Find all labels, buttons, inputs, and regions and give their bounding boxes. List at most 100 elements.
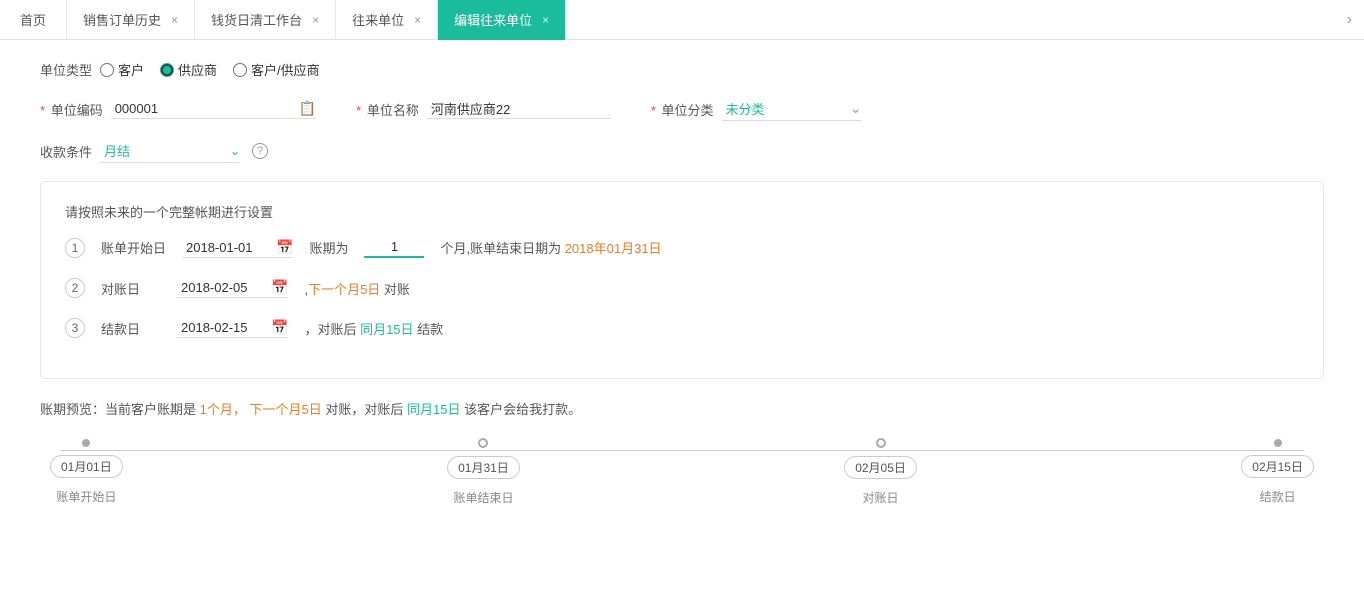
payment-condition-select[interactable]: 月结 ⌄ xyxy=(100,139,240,163)
unit-category-label: * 单位分类 xyxy=(651,100,714,119)
payment-condition-row: 收款条件 月结 ⌄ ? xyxy=(40,139,1324,163)
period-num-2: 2 xyxy=(65,278,85,298)
unit-code-group: * 单位编码 📋 xyxy=(40,99,316,119)
tab-sales-history[interactable]: 销售订单历史 × xyxy=(67,0,195,40)
payment-date-cal-icon[interactable]: 📅 xyxy=(271,319,288,336)
unit-type-radio-group: 客户 供应商 客户/供应商 xyxy=(100,60,320,79)
radio-supplier-label: 供应商 xyxy=(178,60,217,79)
unit-name-star: * xyxy=(356,103,361,118)
timeline-badge-reconcile: 02月05日 xyxy=(844,456,917,479)
timeline-items: 01月01日 账单开始日 01月31日 账单结束日 02月05日 对账日 02月… xyxy=(50,438,1314,506)
preview-payment-day: 同月15日 xyxy=(407,402,460,417)
tab-cash-ledger-label: 钱货日清工作台 xyxy=(211,10,302,29)
reconcile-next-month: 下一个月5日 xyxy=(308,282,380,297)
unit-name-group: * 单位名称 xyxy=(356,99,611,119)
payment-condition-value: 月结 xyxy=(100,139,226,162)
radio-both-label: 客户/供应商 xyxy=(251,60,320,79)
unit-category-arrow[interactable]: ⌄ xyxy=(850,100,862,117)
period-end-date: 2018年01月31日 xyxy=(565,241,662,256)
period-row-1: 1 账单开始日 📅 账期为 个月,账单结束日期为 2018年01月31日 xyxy=(65,237,1299,258)
start-date-cal-icon[interactable]: 📅 xyxy=(276,239,293,256)
main-content: 单位类型 客户 供应商 客户/供应商 * 单位编码 xyxy=(0,40,1364,608)
period-label-1: 账单开始日 xyxy=(101,238,166,257)
unit-code-star: * xyxy=(40,103,45,118)
payment-condition-arrow[interactable]: ⌄ xyxy=(230,144,240,158)
timeline-badge-payment: 02月15日 xyxy=(1241,455,1314,478)
unit-category-group: * 单位分类 未分类 ⌄ xyxy=(651,97,862,121)
tab-overflow-chevron[interactable]: › xyxy=(1335,11,1364,29)
unit-type-label: 单位类型 xyxy=(40,60,92,79)
preview-reconcile-text: 对账，对账后 xyxy=(325,402,403,417)
reconcile-date-input[interactable] xyxy=(177,278,267,297)
timeline-dot-end xyxy=(478,438,488,448)
start-date-input-group: 📅 xyxy=(182,238,293,258)
period-desc-3: ，对账后 同月15日 结款 xyxy=(304,319,443,338)
period-row-2: 2 对账日 📅 ,下一个月5日 对账 xyxy=(65,278,1299,298)
unit-name-label: * 单位名称 xyxy=(356,100,419,119)
unit-code-label: * 单位编码 xyxy=(40,100,103,119)
timeline-sublabel-payment: 结款日 xyxy=(1260,488,1296,505)
timeline-sublabel-reconcile: 对账日 xyxy=(863,489,899,506)
radio-supplier[interactable]: 供应商 xyxy=(160,60,217,79)
timeline-item-end: 01月31日 账单结束日 xyxy=(447,438,520,506)
unit-category-select[interactable]: 未分类 ⌄ xyxy=(722,97,862,121)
preview-text: 账期预览：当前客户账期是 1个月， 下一个月5日 对账，对账后 同月15日 该客… xyxy=(40,399,1324,418)
radio-customer-input[interactable] xyxy=(100,63,114,77)
timeline-item-start: 01月01日 账单开始日 xyxy=(50,438,123,506)
payment-date-input-group: 📅 xyxy=(177,318,288,338)
period-desc-2: ,下一个月5日 对账 xyxy=(304,279,409,298)
unit-code-input-group: 📋 xyxy=(111,99,316,119)
unit-type-group: 单位类型 客户 供应商 客户/供应商 xyxy=(40,60,320,79)
timeline-container: 01月01日 账单开始日 01月31日 账单结束日 02月05日 对账日 02月… xyxy=(40,438,1324,506)
radio-both-input[interactable] xyxy=(233,63,247,77)
tab-home-label: 首页 xyxy=(20,10,46,29)
payment-same-month: 同月15日 xyxy=(360,322,413,337)
preview-payment-text: 该客户会给我打款。 xyxy=(464,402,581,417)
payment-date-input[interactable] xyxy=(177,318,267,337)
timeline-sublabel-start: 账单开始日 xyxy=(56,488,116,505)
timeline-badge-end: 01月31日 xyxy=(447,456,520,479)
tab-partner-units-label: 往来单位 xyxy=(352,10,404,29)
timeline-badge-start: 01月01日 xyxy=(50,455,123,478)
unit-code-icon[interactable]: 📋 xyxy=(299,100,316,117)
period-settings-box: 请按照未来的一个完整帐期进行设置 1 账单开始日 📅 账期为 个月,账单结束日期… xyxy=(40,181,1324,379)
tab-sales-history-label: 销售订单历史 xyxy=(83,10,161,29)
tab-edit-partner-label: 编辑往来单位 xyxy=(454,10,532,29)
unit-info-row: * 单位编码 📋 * 单位名称 * 单位分类 未分类 ⌄ xyxy=(40,97,1324,121)
timeline-item-reconcile: 02月05日 对账日 xyxy=(844,438,917,506)
period-row-3: 3 结款日 📅 ，对账后 同月15日 结款 xyxy=(65,318,1299,338)
tab-home[interactable]: 首页 xyxy=(0,0,67,40)
payment-condition-group: 收款条件 月结 ⌄ ? xyxy=(40,139,268,163)
period-label-2: 对账日 xyxy=(101,279,161,298)
preview-section: 账期预览：当前客户账期是 1个月， 下一个月5日 对账，对账后 同月15日 该客… xyxy=(40,399,1324,522)
unit-name-input[interactable] xyxy=(427,99,611,119)
preview-months: 1个月， xyxy=(200,402,246,417)
tab-bar: 首页 销售订单历史 × 钱货日清工作台 × 往来单位 × 编辑往来单位 × › xyxy=(0,0,1364,40)
radio-supplier-input[interactable] xyxy=(160,63,174,77)
radio-customer[interactable]: 客户 xyxy=(100,60,144,79)
timeline-dot-start xyxy=(82,439,90,447)
tab-cash-ledger-close[interactable]: × xyxy=(312,13,319,27)
reconcile-date-input-group: 📅 xyxy=(177,278,288,298)
start-date-input[interactable] xyxy=(182,238,272,257)
preview-label: 账期预览：当前客户账期是 xyxy=(40,402,200,417)
reconcile-date-cal-icon[interactable]: 📅 xyxy=(271,279,288,296)
timeline-sublabel-end: 账单结束日 xyxy=(453,489,513,506)
period-desc-1-prefix: 账期为 xyxy=(309,238,348,257)
radio-both[interactable]: 客户/供应商 xyxy=(233,60,320,79)
preview-reconcile-day: 下一个月5日 xyxy=(249,402,321,417)
tab-partner-units-close[interactable]: × xyxy=(414,13,421,27)
period-settings-title: 请按照未来的一个完整帐期进行设置 xyxy=(65,202,1299,221)
tab-cash-ledger[interactable]: 钱货日清工作台 × xyxy=(195,0,336,40)
period-num-3: 3 xyxy=(65,318,85,338)
tab-edit-partner-close[interactable]: × xyxy=(542,13,549,27)
unit-code-input[interactable] xyxy=(111,99,295,118)
tab-edit-partner[interactable]: 编辑往来单位 × xyxy=(438,0,566,40)
unit-category-value: 未分类 xyxy=(722,97,842,120)
tab-sales-history-close[interactable]: × xyxy=(171,13,178,27)
payment-condition-label: 收款条件 xyxy=(40,142,92,161)
period-months-input[interactable] xyxy=(364,237,424,258)
unit-type-row: 单位类型 客户 供应商 客户/供应商 xyxy=(40,60,1324,79)
tab-partner-units[interactable]: 往来单位 × xyxy=(336,0,438,40)
payment-condition-help[interactable]: ? xyxy=(252,143,268,159)
